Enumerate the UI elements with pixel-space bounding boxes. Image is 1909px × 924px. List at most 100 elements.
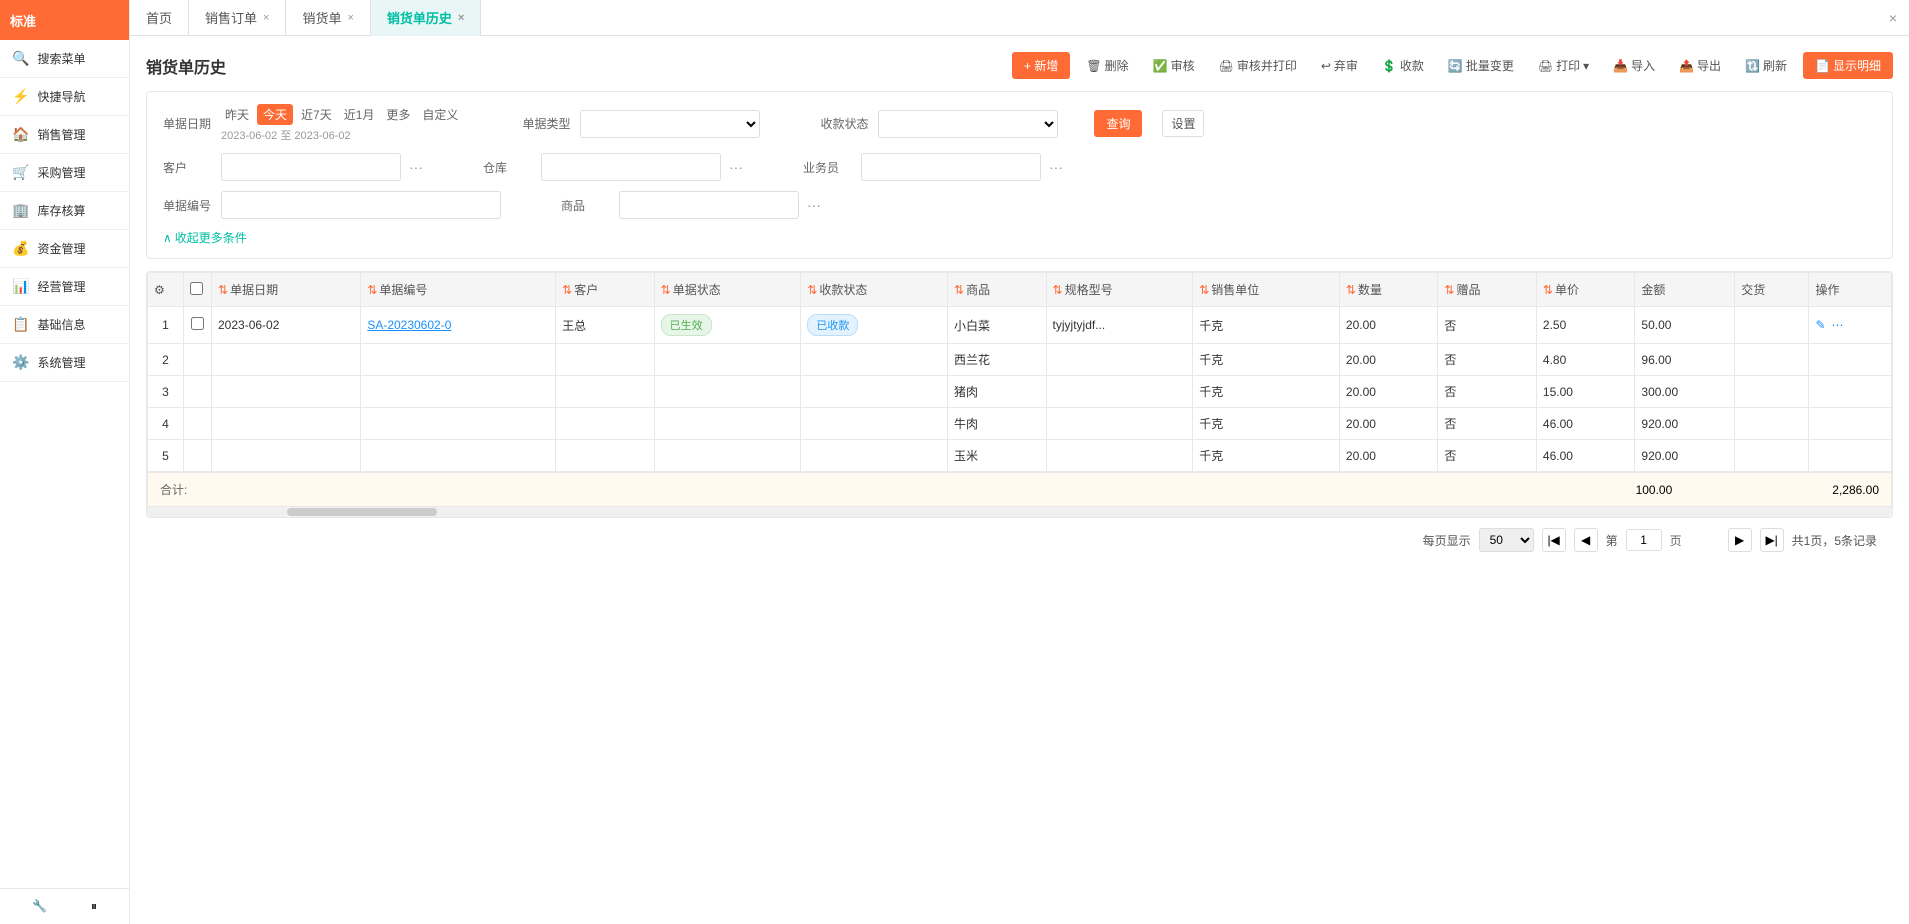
sidebar-item-purchase[interactable]: 🛒 采购管理 bbox=[0, 154, 129, 192]
sidebar-item-label: 库存核算 bbox=[37, 202, 85, 219]
shortcut-7days[interactable]: 近7天 bbox=[297, 104, 336, 125]
tab-sales-history[interactable]: 销货单历史 × bbox=[371, 0, 481, 36]
export-button[interactable]: 📤 导出 bbox=[1671, 53, 1729, 78]
scrollbar[interactable] bbox=[147, 507, 1892, 517]
page-input[interactable] bbox=[1626, 529, 1662, 551]
refresh-button[interactable]: 🔃 刷新 bbox=[1737, 53, 1795, 78]
th-price[interactable]: ⇅单价 bbox=[1536, 273, 1635, 307]
batch-change-button[interactable]: 🔄 批量变更 bbox=[1440, 53, 1522, 78]
warehouse-input[interactable] bbox=[541, 153, 721, 181]
staff-dots[interactable]: ··· bbox=[1049, 159, 1063, 175]
shortcut-yesterday[interactable]: 昨天 bbox=[221, 104, 253, 125]
more-action[interactable]: ⋯ bbox=[1832, 318, 1844, 332]
collect-select[interactable] bbox=[878, 110, 1058, 138]
th-trade[interactable]: 交货 bbox=[1735, 273, 1809, 307]
filter-row-3: 单据编号 商品 ··· bbox=[163, 191, 1876, 219]
row-spec: tyjyjtyjdf... bbox=[1046, 307, 1193, 344]
settings-button[interactable]: 设置 bbox=[1162, 110, 1204, 137]
collapse-button[interactable]: ∧ 收起更多条件 bbox=[163, 229, 1876, 246]
customer-dots[interactable]: ··· bbox=[409, 159, 423, 175]
sidebar-item-inventory[interactable]: 🏢 库存核算 bbox=[0, 192, 129, 230]
doc-no-link[interactable]: SA-20230602-0 bbox=[367, 318, 451, 332]
prev-page-btn[interactable]: ◀ bbox=[1574, 528, 1598, 552]
doctype-select[interactable] bbox=[580, 110, 760, 138]
tab-close-sales-history[interactable]: × bbox=[458, 12, 464, 24]
th-spec[interactable]: ⇅规格型号 bbox=[1046, 273, 1193, 307]
print-button[interactable]: 🖨 打印 ▾ bbox=[1530, 53, 1597, 78]
audit-button[interactable]: ✅ 审核 bbox=[1145, 53, 1203, 78]
th-qty[interactable]: ⇅数量 bbox=[1339, 273, 1438, 307]
sidebar-item-label: 系统管理 bbox=[37, 354, 85, 371]
show-details-button[interactable]: 📄 显示明细 bbox=[1803, 52, 1893, 79]
page-size-select[interactable]: 50 100 200 bbox=[1479, 528, 1534, 552]
row-no[interactable]: SA-20230602-0 bbox=[361, 307, 556, 344]
sidebar-item-operation[interactable]: 📊 经营管理 bbox=[0, 268, 129, 306]
delete-button[interactable]: 🗑 删除 bbox=[1078, 53, 1136, 78]
th-gift[interactable]: ⇅赠品 bbox=[1438, 273, 1537, 307]
goods-input[interactable] bbox=[619, 191, 799, 219]
select-all-checkbox[interactable] bbox=[190, 282, 203, 295]
tab-close-sales-order[interactable]: × bbox=[263, 12, 269, 24]
customer-input[interactable] bbox=[221, 153, 401, 181]
query-button[interactable]: 查询 bbox=[1094, 110, 1142, 137]
next-page-btn[interactable]: ▶ bbox=[1728, 528, 1752, 552]
th-check[interactable] bbox=[184, 273, 212, 307]
first-page-btn[interactable]: |◀ bbox=[1542, 528, 1566, 552]
collect-icon: 💲 bbox=[1382, 59, 1397, 73]
tab-home[interactable]: 首页 bbox=[130, 0, 189, 36]
collect-filter-label: 收款状态 bbox=[820, 115, 870, 132]
docno-input[interactable] bbox=[221, 191, 501, 219]
row-seq: 2 bbox=[148, 344, 184, 376]
tab-close-all[interactable]: × bbox=[1877, 10, 1909, 26]
row-gift: 否 bbox=[1438, 307, 1537, 344]
th-date[interactable]: ⇅单据日期 bbox=[212, 273, 361, 307]
row-seq: 5 bbox=[148, 440, 184, 472]
row-checkbox[interactable] bbox=[191, 317, 204, 330]
audit-print-button[interactable]: 🖨 审核并打印 bbox=[1211, 53, 1305, 78]
goods-dots[interactable]: ··· bbox=[807, 197, 821, 213]
shortcut-custom[interactable]: 自定义 bbox=[418, 104, 462, 125]
sidebar-item-sales[interactable]: 🏠 销售管理 bbox=[0, 116, 129, 154]
row-unit: 千克 bbox=[1193, 408, 1340, 440]
row-goods: 牛肉 bbox=[948, 408, 1047, 440]
row-no[interactable] bbox=[361, 408, 556, 440]
shortcut-more[interactable]: 更多 bbox=[382, 104, 414, 125]
th-no[interactable]: ⇅单据编号 bbox=[361, 273, 556, 307]
sidebar-item-system[interactable]: ⚙️ 系统管理 bbox=[0, 344, 129, 382]
sidebar-item-finance[interactable]: 💰 资金管理 bbox=[0, 230, 129, 268]
th-amount[interactable]: 金额 bbox=[1635, 273, 1735, 307]
tab-sales-order[interactable]: 销售订单 × bbox=[189, 0, 286, 36]
th-unit[interactable]: ⇅销售单位 bbox=[1193, 273, 1340, 307]
th-doc-status[interactable]: ⇅单据状态 bbox=[654, 273, 801, 307]
gear-icon: ⚙️ bbox=[12, 354, 29, 371]
staff-input[interactable] bbox=[861, 153, 1041, 181]
row-amount: 920.00 bbox=[1635, 408, 1735, 440]
abandon-button[interactable]: ↩ 弃审 bbox=[1313, 53, 1366, 78]
shortcut-1month[interactable]: 近1月 bbox=[340, 104, 379, 125]
th-customer[interactable]: ⇅客户 bbox=[556, 273, 655, 307]
sidebar-header: 标准 bbox=[0, 0, 129, 40]
scrollbar-thumb[interactable] bbox=[287, 508, 437, 516]
last-page-btn[interactable]: ▶| bbox=[1760, 528, 1784, 552]
sidebar-pause-icon[interactable]: ⏸ bbox=[91, 899, 97, 914]
sidebar-settings-icon[interactable]: 🔧 bbox=[32, 899, 47, 914]
new-button[interactable]: + 新增 bbox=[1012, 52, 1070, 79]
row-no[interactable] bbox=[361, 440, 556, 472]
sidebar-item-shortcut[interactable]: ⚡ 快捷导航 bbox=[0, 78, 129, 116]
warehouse-dots[interactable]: ··· bbox=[729, 159, 743, 175]
row-no[interactable] bbox=[361, 344, 556, 376]
collect-button[interactable]: 💲 收款 bbox=[1374, 53, 1432, 78]
th-gear[interactable]: ⚙ bbox=[148, 273, 184, 307]
row-no[interactable] bbox=[361, 376, 556, 408]
th-goods[interactable]: ⇅商品 bbox=[948, 273, 1047, 307]
row-customer bbox=[556, 344, 655, 376]
edit-action[interactable]: ✎ bbox=[1815, 318, 1825, 332]
tab-sales-goods[interactable]: 销货单 × bbox=[286, 0, 370, 36]
tab-close-sales-goods[interactable]: × bbox=[347, 12, 353, 24]
sidebar-item-search[interactable]: 🔍 搜索菜单 bbox=[0, 40, 129, 78]
sidebar-item-label: 资金管理 bbox=[37, 240, 85, 257]
import-button[interactable]: 📥 导入 bbox=[1605, 53, 1663, 78]
sidebar-item-base[interactable]: 📋 基础信息 bbox=[0, 306, 129, 344]
th-collect-status[interactable]: ⇅收款状态 bbox=[801, 273, 948, 307]
shortcut-today[interactable]: 今天 bbox=[257, 104, 293, 125]
